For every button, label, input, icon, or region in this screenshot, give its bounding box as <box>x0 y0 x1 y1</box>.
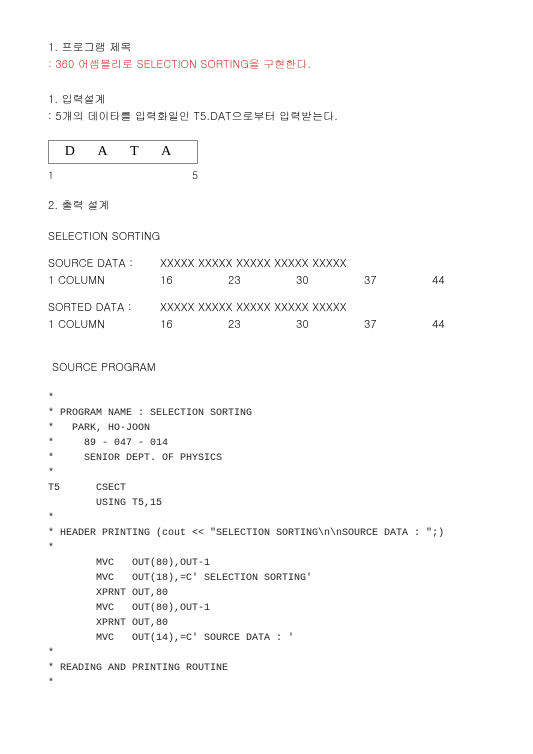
sorted-data-block: SORTED DATA : XXXXX XXXXX XXXXX XXXXX XX… <box>48 300 485 332</box>
col-val: 30 <box>296 273 324 288</box>
col-val: 23 <box>228 317 256 332</box>
col-val: 23 <box>228 273 256 288</box>
section-1-title: 1. 프로그램 제목 <box>48 40 485 55</box>
col-val: 44 <box>432 317 460 332</box>
col-val: 37 <box>364 317 392 332</box>
sorted-column-label: 1 COLUMN <box>48 317 160 332</box>
source-column-label: 1 COLUMN <box>48 273 160 288</box>
col-val: 16 <box>160 317 188 332</box>
col-val: 37 <box>364 273 392 288</box>
section-output-title: 2. 출력 설계 <box>48 198 485 213</box>
data-table: D A T A <box>48 140 198 164</box>
sorted-column-values: 16 23 30 37 44 <box>160 317 460 332</box>
sorted-data-label: SORTED DATA : <box>48 300 160 315</box>
source-data-values: XXXXX XXXXX XXXXX XXXXX XXXXX <box>160 256 347 271</box>
col-val: 16 <box>160 273 188 288</box>
data-column-indices: 1 5 <box>48 168 198 182</box>
section-input-title: 1. 입력설계 <box>48 92 485 107</box>
col-val: 44 <box>432 273 460 288</box>
source-data-block: SOURCE DATA : XXXXX XXXXX XXXXX XXXXX XX… <box>48 256 485 288</box>
data-col-start: 1 <box>48 168 54 182</box>
sorted-data-values: XXXXX XXXXX XXXXX XXXXX XXXXX <box>160 300 347 315</box>
data-col-end: 5 <box>192 168 198 182</box>
source-program-heading: SOURCE PROGRAM <box>52 360 485 375</box>
section-input-description: : 5개의 데이타를 입력화일인 T5.DAT으로부터 입력받는다. <box>48 109 485 124</box>
source-data-label: SOURCE DATA : <box>48 256 160 271</box>
source-column-values: 16 23 30 37 44 <box>160 273 460 288</box>
section-1-description: : 360 어셈블리로 SELECTION SORTING을 구현한다. <box>48 57 485 72</box>
source-code-block: * * PROGRAM NAME : SELECTION SORTING * P… <box>48 391 485 691</box>
data-cell-label: D A T A <box>49 141 198 164</box>
output-main-title: SELECTION SORTING <box>48 229 485 244</box>
col-val: 30 <box>296 317 324 332</box>
